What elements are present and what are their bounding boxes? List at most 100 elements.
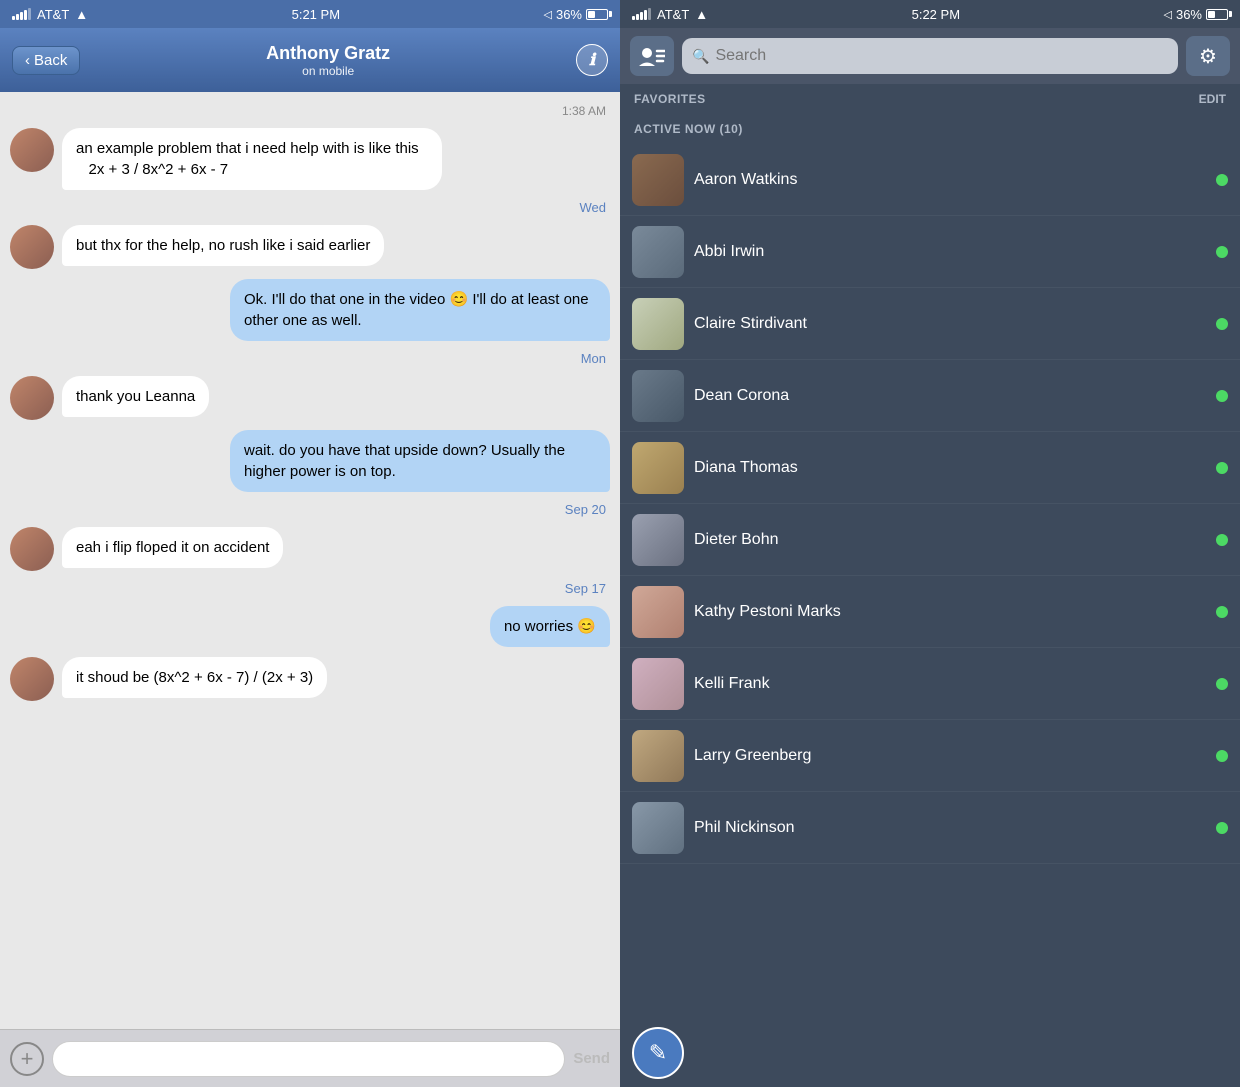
carrier-right: AT&T bbox=[657, 7, 689, 22]
contact-row[interactable]: Diana Thomas bbox=[620, 432, 1240, 504]
nav-bar: ‹ Back Anthony Gratz on mobile ℹ bbox=[0, 28, 620, 92]
contact-name: Larry Greenberg bbox=[694, 747, 1206, 765]
bottom-bar-right: ✎ bbox=[620, 1019, 1240, 1087]
back-label: Back bbox=[34, 52, 67, 69]
search-input[interactable] bbox=[715, 47, 1168, 65]
right-panel: AT&T ▲ 5:22 PM ◁ 36% 🔍 ⚙ bbox=[620, 0, 1240, 1087]
date-row-mon: Mon bbox=[10, 351, 610, 366]
avatar-8 bbox=[10, 657, 54, 701]
contact-name: Diana Thomas bbox=[694, 459, 1206, 477]
contact-name: Kathy Pestoni Marks bbox=[694, 603, 1206, 621]
date-mon: Mon bbox=[581, 351, 606, 366]
contact-avatar bbox=[632, 298, 684, 350]
msg-row-1: an example problem that i need help with… bbox=[10, 128, 610, 190]
contact-row[interactable]: Phil Nickinson bbox=[620, 792, 1240, 864]
location-icon-right: ◁ bbox=[1164, 8, 1172, 21]
contact-row[interactable]: Kelli Frank bbox=[620, 648, 1240, 720]
message-input[interactable] bbox=[52, 1041, 565, 1077]
contact-avatar bbox=[632, 226, 684, 278]
contact-name: Phil Nickinson bbox=[694, 819, 1206, 837]
msg-text-1: an example problem that i need help with… bbox=[76, 140, 419, 178]
gear-icon-button[interactable]: ⚙ bbox=[1186, 36, 1230, 76]
avatar-2 bbox=[10, 225, 54, 269]
plus-icon: + bbox=[21, 1048, 34, 1070]
bubble-7: no worries 😊 bbox=[490, 606, 610, 647]
contact-row[interactable]: Larry Greenberg bbox=[620, 720, 1240, 792]
msg-row-2: but thx for the help, no rush like i sai… bbox=[10, 225, 610, 269]
top-bar-right: 🔍 ⚙ bbox=[620, 28, 1240, 84]
edit-button[interactable]: EDIT bbox=[1199, 92, 1226, 106]
online-indicator bbox=[1216, 750, 1228, 762]
contact-row[interactable]: Dieter Bohn bbox=[620, 504, 1240, 576]
contacts-icon-button[interactable] bbox=[630, 36, 674, 76]
msg-row-7: no worries 😊 bbox=[10, 606, 610, 647]
online-indicator bbox=[1216, 174, 1228, 186]
battery-icon-left bbox=[586, 9, 608, 20]
avatar-6 bbox=[10, 527, 54, 571]
plus-button[interactable]: + bbox=[10, 1042, 44, 1076]
info-icon: ℹ bbox=[589, 50, 595, 70]
bubble-4: thank you Leanna bbox=[62, 376, 209, 417]
battery-group-left: ◁ 36% bbox=[544, 7, 609, 22]
favorites-header: FAVORITES EDIT bbox=[620, 84, 1240, 114]
bubble-3: Ok. I'll do that one in the video 😊 I'll… bbox=[230, 279, 610, 341]
msg-text-4: thank you Leanna bbox=[76, 388, 195, 405]
msg-row-4: thank you Leanna bbox=[10, 376, 610, 420]
send-button[interactable]: Send bbox=[573, 1050, 610, 1067]
msg-text-6: eah i flip floped it on accident bbox=[76, 539, 269, 556]
msg-row-6: eah i flip floped it on accident bbox=[10, 527, 610, 571]
bubble-2: but thx for the help, no rush like i sai… bbox=[62, 225, 384, 266]
send-label: Send bbox=[573, 1050, 610, 1067]
date-sep17: Sep 17 bbox=[565, 581, 606, 596]
online-indicator bbox=[1216, 678, 1228, 690]
signal-icon bbox=[12, 8, 31, 20]
contact-avatar bbox=[632, 658, 684, 710]
contact-row[interactable]: Claire Stirdivant bbox=[620, 288, 1240, 360]
contact-name: Dieter Bohn bbox=[694, 531, 1206, 549]
bubble-1: an example problem that i need help with… bbox=[62, 128, 442, 190]
info-button[interactable]: ℹ bbox=[576, 44, 608, 76]
date-row-sep20: Sep 20 bbox=[10, 502, 610, 517]
battery-group-right: ◁ 36% bbox=[1164, 7, 1229, 22]
battery-pct-right: 36% bbox=[1176, 7, 1202, 22]
contact-row[interactable]: Dean Corona bbox=[620, 360, 1240, 432]
online-indicator bbox=[1216, 606, 1228, 618]
compose-icon: ✎ bbox=[649, 1040, 667, 1066]
contact-name: Claire Stirdivant bbox=[694, 315, 1206, 333]
contact-name: Anthony Gratz bbox=[266, 43, 390, 64]
msg-time-1: 1:38 AM bbox=[562, 104, 606, 118]
contact-row[interactable]: Kathy Pestoni Marks bbox=[620, 576, 1240, 648]
messages-area[interactable]: 1:38 AM an example problem that i need h… bbox=[0, 92, 620, 1029]
bubble-8: it shoud be (8x^2 + 6x - 7) / (2x + 3) bbox=[62, 657, 327, 698]
msg-text-7: no worries 😊 bbox=[504, 618, 596, 635]
input-bar: + Send bbox=[0, 1029, 620, 1087]
status-bar-left: AT&T ▲ 5:21 PM ◁ 36% bbox=[0, 0, 620, 28]
contact-name: Kelli Frank bbox=[694, 675, 1206, 693]
search-bar[interactable]: 🔍 bbox=[682, 38, 1178, 74]
contact-avatar bbox=[632, 370, 684, 422]
contact-avatar bbox=[632, 730, 684, 782]
msg-row-3: Ok. I'll do that one in the video 😊 I'll… bbox=[10, 279, 610, 341]
carrier-left: AT&T bbox=[37, 7, 69, 22]
contact-name: Dean Corona bbox=[694, 387, 1206, 405]
back-button[interactable]: ‹ Back bbox=[12, 46, 80, 75]
status-right-left: AT&T ▲ bbox=[632, 7, 708, 22]
contact-row[interactable]: Abbi Irwin bbox=[620, 216, 1240, 288]
date-sep20: Sep 20 bbox=[565, 502, 606, 517]
online-indicator bbox=[1216, 390, 1228, 402]
left-panel: AT&T ▲ 5:21 PM ◁ 36% ‹ Back Anthony Grat… bbox=[0, 0, 620, 1087]
bubble-6: eah i flip floped it on accident bbox=[62, 527, 283, 568]
online-indicator bbox=[1216, 246, 1228, 258]
signal-icon-right bbox=[632, 8, 651, 20]
contact-status: on mobile bbox=[266, 64, 390, 78]
online-indicator bbox=[1216, 462, 1228, 474]
contact-row[interactable]: Aaron Watkins bbox=[620, 144, 1240, 216]
compose-button[interactable]: ✎ bbox=[632, 1027, 684, 1079]
status-left-info: AT&T ▲ bbox=[12, 7, 88, 22]
contacts-list[interactable]: Aaron Watkins Abbi Irwin Claire Stirdivant… bbox=[620, 144, 1240, 1019]
wifi-left-icon: ▲ bbox=[75, 7, 88, 22]
wifi-right-icon: ▲ bbox=[695, 7, 708, 22]
msg-text-3: Ok. I'll do that one in the video 😊 I'll… bbox=[244, 291, 589, 329]
online-indicator bbox=[1216, 318, 1228, 330]
contact-name: Abbi Irwin bbox=[694, 243, 1206, 261]
